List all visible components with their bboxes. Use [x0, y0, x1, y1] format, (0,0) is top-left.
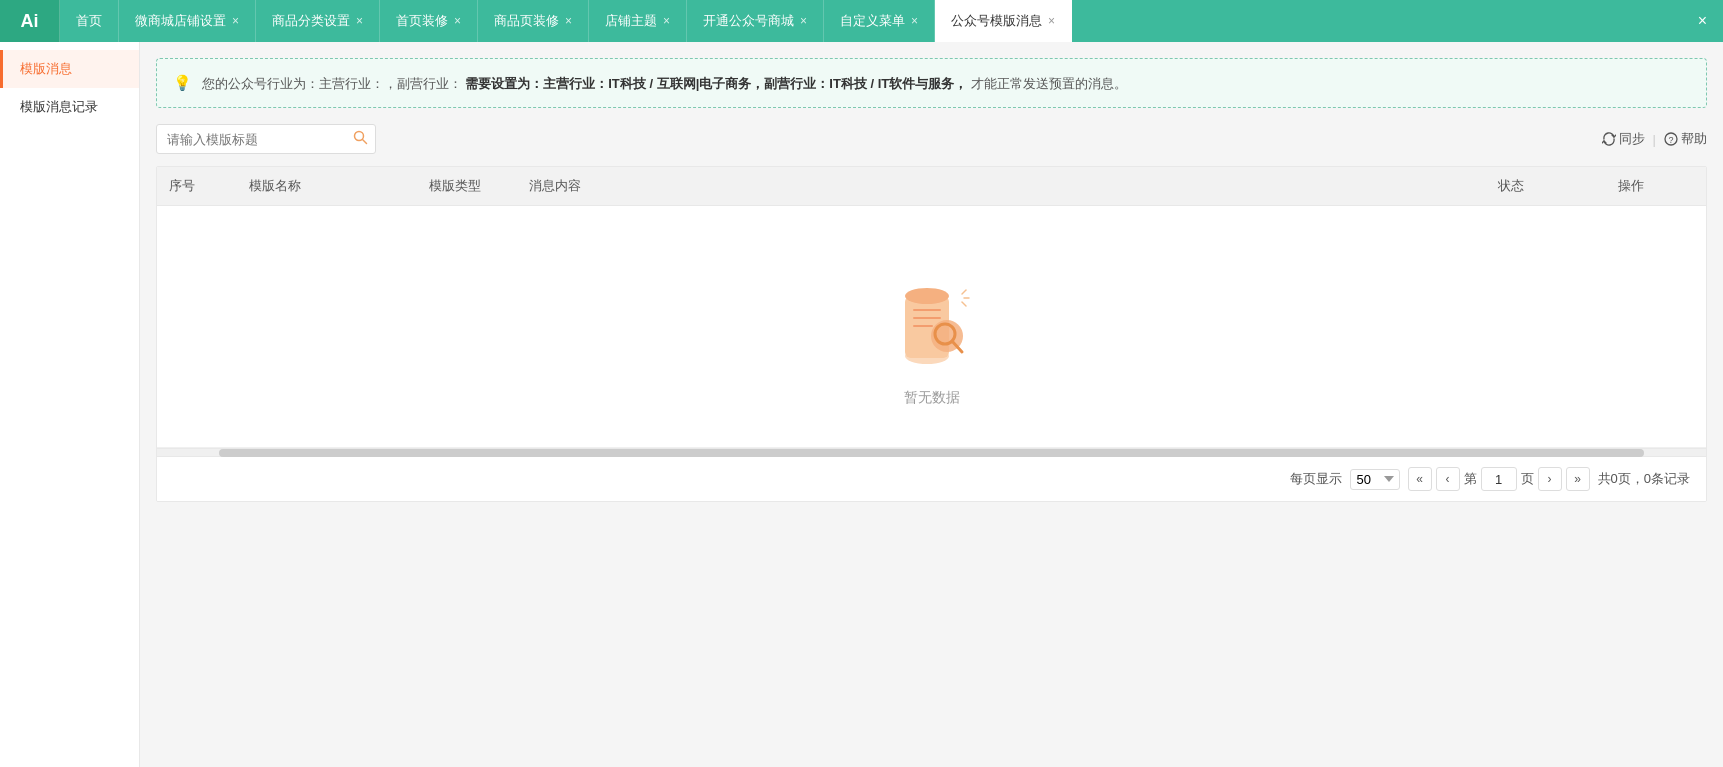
notice-text-suffix: 才能正常发送预置的消息。	[971, 76, 1127, 91]
empty-state-row: 暂无数据	[157, 206, 1706, 448]
tab-item-weishop[interactable]: 微商城店铺设置 ×	[119, 0, 256, 42]
tab-item-openshop[interactable]: 开通公众号商城 ×	[687, 0, 824, 42]
col-header-name: 模版名称	[237, 167, 417, 206]
tab-label-weishop: 微商城店铺设置	[135, 12, 226, 30]
help-button[interactable]: ? 帮助	[1664, 130, 1707, 148]
main-layout: 模版消息模版消息记录 💡 您的公众号行业为：主营行业：，副营行业： 需要设置为：…	[0, 42, 1723, 767]
sidebar-container: 模版消息模版消息记录	[0, 50, 139, 126]
tab-item-custommenu[interactable]: 自定义菜单 ×	[824, 0, 935, 42]
col-header-action: 操作	[1606, 167, 1706, 206]
next-page-button[interactable]: ›	[1538, 467, 1562, 491]
col-header-no: 序号	[157, 167, 237, 206]
table-wrap: 序号 模版名称 模版类型 消息内容 状态 操作	[156, 166, 1707, 502]
notice-text-prefix: 您的公众号行业为：主营行业：，副营行业：	[202, 76, 462, 91]
empty-text: 暂无数据	[177, 389, 1686, 407]
tab-label-custommenu: 自定义菜单	[840, 12, 905, 30]
col-header-status: 状态	[1486, 167, 1606, 206]
tab-close-productpage[interactable]: ×	[565, 14, 572, 28]
tab-close-template[interactable]: ×	[1048, 14, 1055, 28]
empty-state: 暂无数据	[157, 206, 1706, 447]
content-area: 💡 您的公众号行业为：主营行业：，副营行业： 需要设置为：主营行业：IT科技 /…	[140, 42, 1723, 767]
tab-label-openshop: 开通公众号商城	[703, 12, 794, 30]
tab-item-shoptheme[interactable]: 店铺主题 ×	[589, 0, 687, 42]
help-icon: ?	[1664, 132, 1678, 146]
tabs-container: 首页微商城店铺设置×商品分类设置×首页装修×商品页装修×店铺主题×开通公众号商城…	[60, 0, 1682, 42]
tab-label-shoptheme: 店铺主题	[605, 12, 657, 30]
page-size-select[interactable]: 50 10 20 100	[1350, 469, 1400, 490]
toolbar-divider: |	[1653, 132, 1656, 147]
svg-line-1	[363, 140, 367, 144]
help-label: 帮助	[1681, 130, 1707, 148]
col-header-type: 模版类型	[417, 167, 517, 206]
search-input-wrap	[156, 124, 376, 154]
tab-close-homepage[interactable]: ×	[454, 14, 461, 28]
tab-close-category[interactable]: ×	[356, 14, 363, 28]
page-nav: « ‹ 第 页 › »	[1408, 467, 1590, 491]
sidebar: 模版消息模版消息记录	[0, 42, 140, 767]
col-header-content: 消息内容	[517, 167, 1486, 206]
search-bar: 同步 | ? 帮助	[156, 124, 1707, 154]
data-table: 序号 模版名称 模版类型 消息内容 状态 操作	[157, 167, 1706, 448]
page-input[interactable]	[1481, 467, 1517, 491]
tab-label-category: 商品分类设置	[272, 12, 350, 30]
tab-label-productpage: 商品页装修	[494, 12, 559, 30]
tab-label-home: 首页	[76, 12, 102, 30]
tab-close-shoptheme[interactable]: ×	[663, 14, 670, 28]
page-size-label: 每页显示	[1290, 470, 1342, 488]
svg-line-15	[962, 302, 966, 306]
close-all-button[interactable]: ×	[1682, 12, 1723, 30]
scroll-thumb	[219, 449, 1644, 457]
search-button[interactable]	[353, 130, 368, 148]
scroll-indicator[interactable]	[157, 448, 1706, 456]
last-page-button[interactable]: »	[1566, 467, 1590, 491]
svg-point-6	[905, 288, 949, 304]
tab-item-template[interactable]: 公众号模版消息 ×	[935, 0, 1072, 42]
prev-page-button[interactable]: ‹	[1436, 467, 1460, 491]
empty-state-cell: 暂无数据	[157, 206, 1706, 448]
tab-bar: Ai 首页微商城店铺设置×商品分类设置×首页装修×商品页装修×店铺主题×开通公众…	[0, 0, 1723, 42]
sidebar-item-template-record[interactable]: 模版消息记录	[0, 88, 139, 126]
app-logo: Ai	[0, 0, 60, 42]
page-label: 第	[1464, 470, 1477, 488]
sync-icon	[1602, 132, 1616, 146]
tab-item-category[interactable]: 商品分类设置 ×	[256, 0, 380, 42]
toolbar-right: 同步 | ? 帮助	[1602, 130, 1707, 148]
empty-illustration	[177, 266, 1686, 389]
svg-line-13	[962, 290, 966, 294]
search-input[interactable]	[156, 124, 376, 154]
tab-item-home[interactable]: 首页	[60, 0, 119, 42]
tab-close-weishop[interactable]: ×	[232, 14, 239, 28]
page-unit: 页	[1521, 470, 1534, 488]
page-total: 共0页，0条记录	[1598, 470, 1690, 488]
tab-close-custommenu[interactable]: ×	[911, 14, 918, 28]
pagination: 每页显示 50 10 20 100 « ‹ 第 页 › » 共0页，0条记录	[157, 456, 1706, 501]
notice-box: 💡 您的公众号行业为：主营行业：，副营行业： 需要设置为：主营行业：IT科技 /…	[156, 58, 1707, 108]
table-header-row: 序号 模版名称 模版类型 消息内容 状态 操作	[157, 167, 1706, 206]
tab-close-openshop[interactable]: ×	[800, 14, 807, 28]
notice-highlight: 需要设置为：主营行业：IT科技 / 互联网|电子商务，副营行业：IT科技 / I…	[465, 76, 967, 91]
tab-label-template: 公众号模版消息	[951, 12, 1042, 30]
svg-text:?: ?	[1668, 135, 1673, 145]
sync-label: 同步	[1619, 130, 1645, 148]
tab-item-homepage[interactable]: 首页装修 ×	[380, 0, 478, 42]
tab-label-homepage: 首页装修	[396, 12, 448, 30]
sync-button[interactable]: 同步	[1602, 130, 1645, 148]
sidebar-item-template-msg[interactable]: 模版消息	[0, 50, 139, 88]
first-page-button[interactable]: «	[1408, 467, 1432, 491]
notice-icon: 💡	[173, 74, 192, 91]
tab-item-productpage[interactable]: 商品页装修 ×	[478, 0, 589, 42]
